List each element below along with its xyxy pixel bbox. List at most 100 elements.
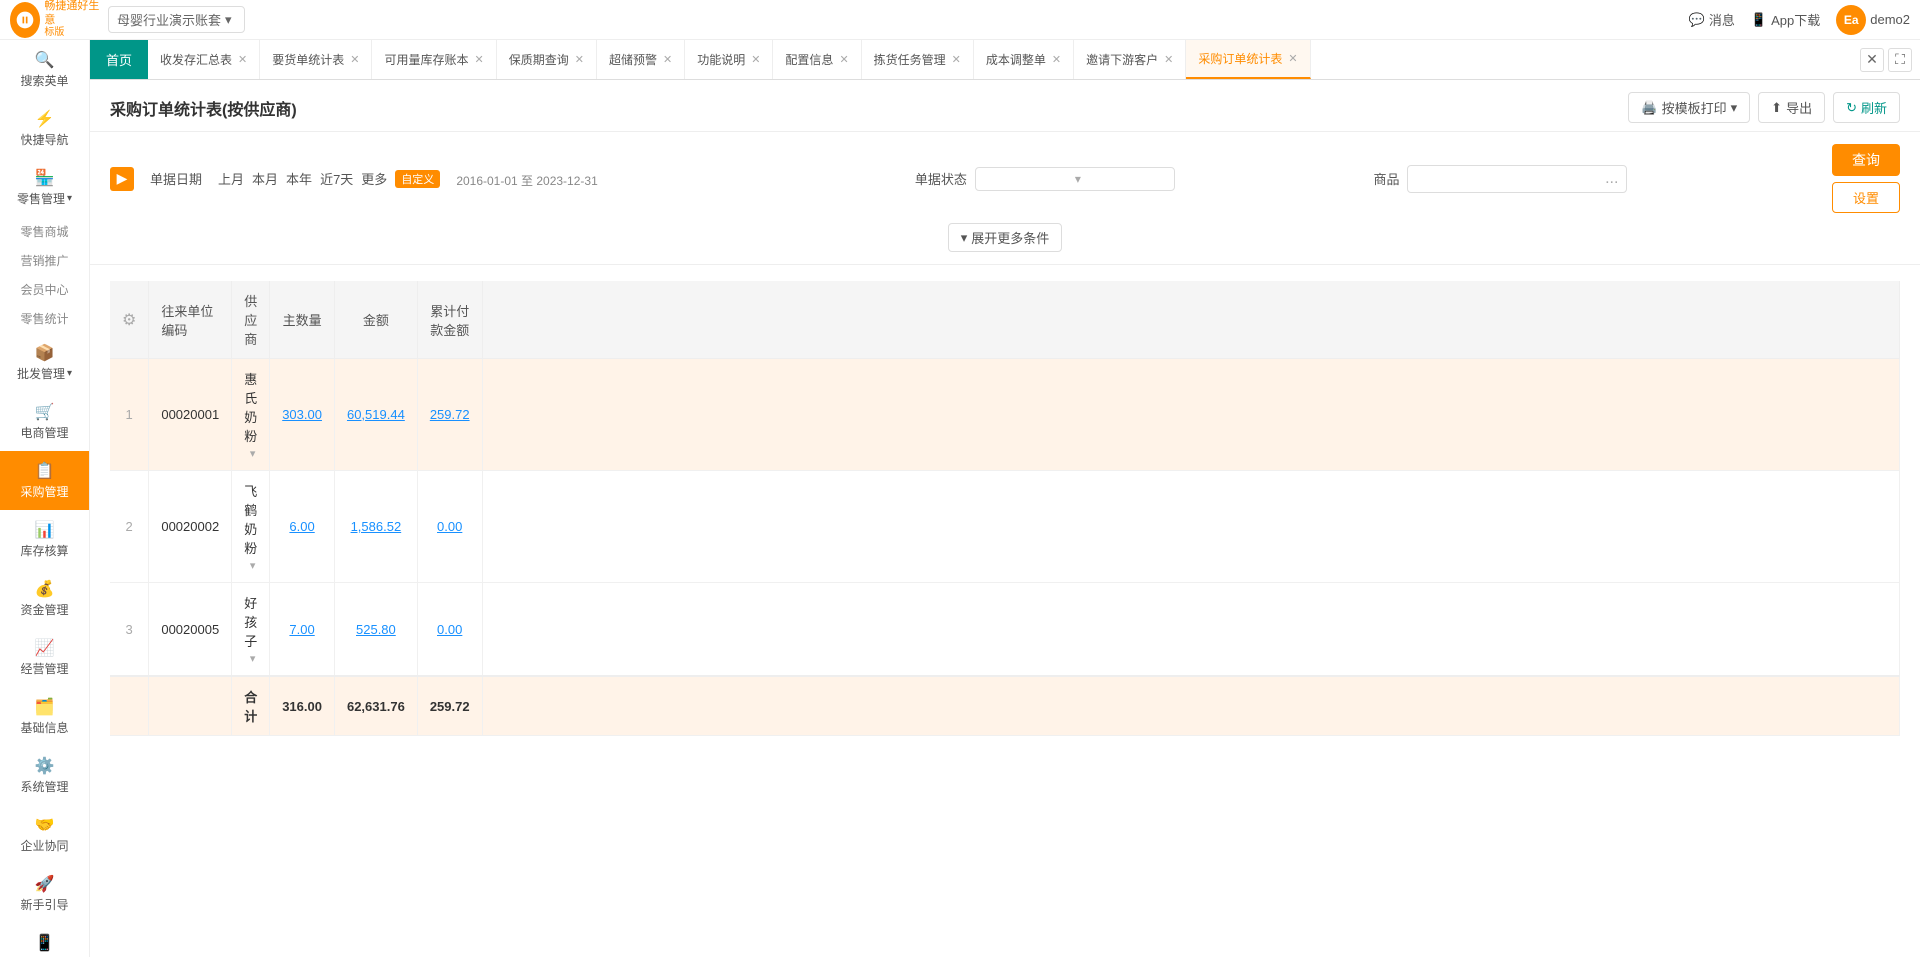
row-index: 1 bbox=[110, 359, 149, 471]
shortcut-last-month[interactable]: 上月 bbox=[218, 169, 244, 188]
row-expand-icon[interactable]: ▾ bbox=[250, 653, 256, 665]
newguide-icon: 🚀 bbox=[35, 874, 55, 894]
sidebar-item-inventory[interactable]: 📊 库存核算 bbox=[0, 510, 89, 569]
sidebar-item-member[interactable]: 会员中心 bbox=[0, 275, 89, 304]
sidebar-item-ops[interactable]: 📈 经营管理 bbox=[0, 628, 89, 687]
tab-expiry-query[interactable]: 保质期查询 ✕ bbox=[497, 40, 597, 79]
search-icon: 🔍 bbox=[35, 50, 55, 70]
tab-close-expiry-query[interactable]: ✕ bbox=[575, 53, 584, 66]
filter-row-1: ▶ 单据日期 上月 本月 本年 近7天 更多 自定义 2016-01-01 至 … bbox=[110, 144, 1900, 213]
status-filter-group: 单据状态 ▾ bbox=[915, 167, 1358, 191]
tab-stock-ledger[interactable]: 可用量库存账本 ✕ bbox=[372, 40, 496, 79]
tab-close-overstock[interactable]: ✕ bbox=[663, 53, 672, 66]
shortcut-7days[interactable]: 近7天 bbox=[320, 169, 353, 188]
tab-pick-task[interactable]: 拣货任务管理 ✕ bbox=[862, 40, 974, 79]
ops-icon: 📈 bbox=[35, 638, 55, 658]
shortcut-this-year[interactable]: 本年 bbox=[286, 169, 312, 188]
avatar: Ea bbox=[1836, 5, 1866, 35]
query-button[interactable]: 查询 bbox=[1832, 144, 1900, 176]
refresh-button[interactable]: ↻ 刷新 bbox=[1833, 92, 1900, 123]
tab-invite-downstream[interactable]: 邀请下游客户 ✕ bbox=[1074, 40, 1186, 79]
tab-home[interactable]: 首页 bbox=[90, 40, 148, 79]
tab-close-collect-summary[interactable]: ✕ bbox=[238, 53, 247, 66]
top-bar: 畅捷通好生意 标版 母婴行业演示账套 ▾ 💬 消息 📱 App下载 Ea dem… bbox=[0, 0, 1920, 40]
status-filter-label: 单据状态 bbox=[915, 169, 967, 188]
sidebar-item-basic[interactable]: 🗂️ 基础信息 bbox=[0, 687, 89, 746]
sidebar-item-enterprise[interactable]: 🤝 企业协同 bbox=[0, 805, 89, 864]
quicknav-icon: ⚡ bbox=[35, 109, 55, 129]
sidebar-item-wholesale[interactable]: 📦 批发管理 ▾ bbox=[0, 333, 89, 392]
purchase-icon: 📋 bbox=[35, 461, 55, 481]
row-expand-icon[interactable]: ▾ bbox=[250, 560, 256, 572]
top-right: 💬 消息 📱 App下载 Ea demo2 bbox=[1689, 5, 1910, 35]
row-code: 00020005 bbox=[149, 583, 232, 677]
tab-close-purchase-stat[interactable]: ✕ bbox=[1288, 52, 1297, 65]
tab-close-func-desc[interactable]: ✕ bbox=[751, 53, 760, 66]
goods-text-input[interactable] bbox=[1416, 171, 1605, 186]
sidebar-item-quicknav[interactable]: ⚡ 快捷导航 bbox=[0, 99, 89, 158]
col-header-amount: 金额 bbox=[334, 281, 417, 359]
chevron-down-icon: ▾ bbox=[1731, 100, 1738, 116]
row-expand-icon[interactable]: ▾ bbox=[250, 448, 256, 460]
row-qty: 7.00 bbox=[270, 583, 335, 677]
message-button[interactable]: 💬 消息 bbox=[1689, 10, 1735, 29]
user-profile[interactable]: Ea demo2 bbox=[1836, 5, 1910, 35]
system-icon: ⚙️ bbox=[35, 756, 55, 776]
tab-close-cost-adjust[interactable]: ✕ bbox=[1052, 53, 1061, 66]
data-table: ⚙ 往来单位编码 供应商 主数量 金额 累计付款金额 bbox=[110, 281, 1900, 736]
tab-config-info[interactable]: 配置信息 ✕ bbox=[773, 40, 861, 79]
tab-close-invite-downstream[interactable]: ✕ bbox=[1164, 53, 1173, 66]
tab-close-config-info[interactable]: ✕ bbox=[839, 53, 848, 66]
goods-input[interactable]: ... bbox=[1407, 165, 1627, 193]
sidebar-item-marketing[interactable]: 营销推广 bbox=[0, 246, 89, 275]
filter-toggle-button[interactable]: ▶ bbox=[110, 167, 134, 191]
retail-icon: 🏪 bbox=[35, 168, 55, 188]
tab-order-summary[interactable]: 要货单统计表 ✕ bbox=[260, 40, 372, 79]
expand-more-button[interactable]: ▾ 展开更多条件 bbox=[948, 223, 1063, 252]
sidebar-item-appcenter[interactable]: 📱 应用中心 bbox=[0, 923, 89, 957]
shortcut-more[interactable]: 更多 bbox=[361, 169, 387, 188]
sidebar-item-ecommerce[interactable]: 🛒 电商管理 bbox=[0, 392, 89, 451]
tab-purchase-stat[interactable]: 采购订单统计表 ✕ bbox=[1186, 40, 1310, 79]
appcenter-icon: 📱 bbox=[35, 933, 55, 953]
settings-icon[interactable]: ⚙ bbox=[122, 312, 136, 329]
col-header-code: 往来单位编码 bbox=[149, 281, 232, 359]
sidebar-item-retail[interactable]: 🏪 零售管理 ▾ bbox=[0, 158, 89, 217]
page-actions: 🖨️ 按模板打印 ▾ ⬆ 导出 ↻ 刷新 bbox=[1628, 92, 1900, 123]
sidebar-item-search[interactable]: 🔍 搜索英单 bbox=[0, 40, 89, 99]
status-select[interactable]: ▾ bbox=[975, 167, 1175, 191]
sidebar-item-system[interactable]: ⚙️ 系统管理 bbox=[0, 746, 89, 805]
table-footer-row: 合计 316.00 62,631.76 259.72 bbox=[110, 676, 1900, 736]
export-button[interactable]: ⬆ 导出 bbox=[1758, 92, 1825, 123]
logo-icon bbox=[10, 2, 40, 38]
print-button[interactable]: 🖨️ 按模板打印 ▾ bbox=[1628, 92, 1750, 123]
enterprise-icon: 🤝 bbox=[35, 815, 55, 835]
goods-more-icon[interactable]: ... bbox=[1605, 170, 1618, 188]
table-row: 1 00020001 惠氏奶粉 ▾ 303.00 60,519.44 259.7… bbox=[110, 359, 1900, 471]
workspace-selector[interactable]: 母婴行业演示账套 ▾ bbox=[108, 6, 245, 33]
tab-close-pick-task[interactable]: ✕ bbox=[952, 53, 961, 66]
shortcut-this-month[interactable]: 本月 bbox=[252, 169, 278, 188]
sidebar-item-purchase[interactable]: 📋 采购管理 bbox=[0, 451, 89, 510]
app-download-button[interactable]: 📱 App下载 bbox=[1751, 10, 1820, 29]
tab-close-order-summary[interactable]: ✕ bbox=[350, 53, 359, 66]
tab-func-desc[interactable]: 功能说明 ✕ bbox=[685, 40, 773, 79]
goods-filter-group: 商品 ... bbox=[1373, 165, 1816, 193]
settings-button[interactable]: 设置 bbox=[1832, 182, 1900, 213]
sidebar-item-retail-mall[interactable]: 零售商城 bbox=[0, 217, 89, 246]
footer-paid: 259.72 bbox=[417, 676, 482, 736]
sidebar-item-retail-stat[interactable]: 零售统计 bbox=[0, 304, 89, 333]
inventory-icon: 📊 bbox=[35, 520, 55, 540]
tab-close-stock-ledger[interactable]: ✕ bbox=[475, 53, 484, 66]
date-range-display: 2016-01-01 至 2023-12-31 bbox=[456, 172, 899, 189]
sidebar-item-newguide[interactable]: 🚀 新手引导 bbox=[0, 864, 89, 923]
row-code: 00020002 bbox=[149, 471, 232, 583]
filter-area: ▶ 单据日期 上月 本月 本年 近7天 更多 自定义 2016-01-01 至 … bbox=[90, 132, 1920, 265]
sidebar-item-finance[interactable]: 💰 资金管理 bbox=[0, 569, 89, 628]
tab-cost-adjust[interactable]: 成本调整单 ✕ bbox=[974, 40, 1074, 79]
tab-close-all-button[interactable]: ✕ bbox=[1860, 48, 1884, 72]
tab-overstock[interactable]: 超储预警 ✕ bbox=[597, 40, 685, 79]
tab-collect-summary[interactable]: 收发存汇总表 ✕ bbox=[148, 40, 260, 79]
custom-date-badge[interactable]: 自定义 bbox=[395, 170, 440, 188]
tab-maximize-button[interactable]: ⛶ bbox=[1888, 48, 1912, 72]
